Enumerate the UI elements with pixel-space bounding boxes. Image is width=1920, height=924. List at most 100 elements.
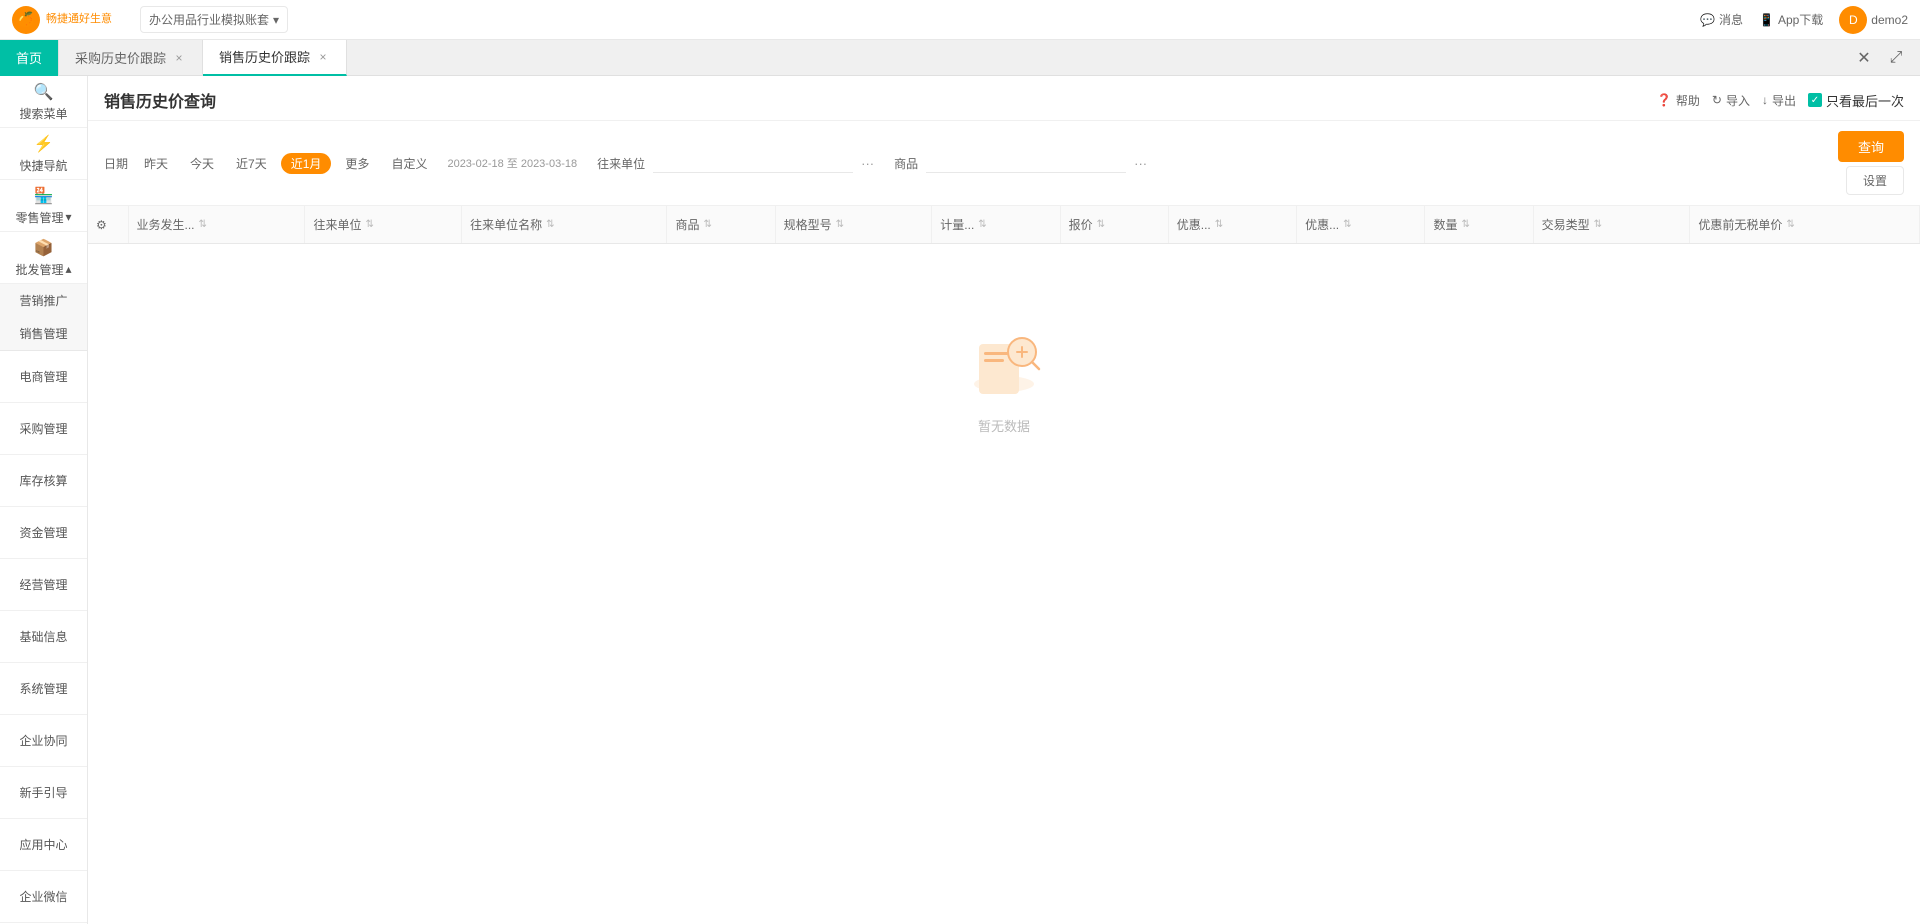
- sort-icon-discount1: ⇅: [1215, 219, 1223, 230]
- date-btn-yesterday[interactable]: 昨天: [136, 153, 176, 174]
- sidebar-item-enterprise-wechat[interactable]: 企业微信: [0, 871, 87, 923]
- setting-button[interactable]: 设置: [1846, 166, 1904, 195]
- inventory-label: 库存核算: [19, 472, 67, 489]
- th-unit[interactable]: 计量... ⇅: [932, 206, 1060, 244]
- sidebar-item-basic-info[interactable]: 基础信息: [0, 611, 87, 663]
- sort-icon-product: ⇅: [703, 219, 711, 230]
- sidebar-item-new-guide[interactable]: 新手引导: [0, 767, 87, 819]
- logo-area: 🍊 畅捷通好生意: [12, 6, 112, 34]
- sidebar-item-app-center[interactable]: 应用中心: [0, 819, 87, 871]
- date-btn-last7days[interactable]: 近7天: [228, 153, 275, 174]
- wholesale-sub-section: 营销推广 销售管理: [0, 284, 87, 351]
- data-table: ⚙ 业务发生... ⇅ 往来单位 ⇅: [88, 206, 1920, 244]
- sidebar-item-enterprise-collab[interactable]: 企业协同: [0, 715, 87, 767]
- query-button[interactable]: 查询: [1838, 131, 1904, 162]
- wholesale-chevron-icon: ▴: [65, 262, 71, 276]
- th-biz-date[interactable]: 业务发生... ⇅: [128, 206, 305, 244]
- sales-mgmt-label: 销售管理: [19, 327, 67, 341]
- empty-icon: [964, 324, 1044, 404]
- date-filter-group: 日期 昨天 今天 近7天 近1月 更多 自定义 2023-02-18 至 202…: [104, 153, 577, 174]
- sidebar-item-wholesale-mgmt[interactable]: 📦 批发管理 ▴: [0, 232, 87, 284]
- partner-input[interactable]: [653, 154, 853, 173]
- sidebar-item-quick-nav[interactable]: ⚡ 快捷导航: [0, 128, 87, 180]
- header-left: 🍊 畅捷通好生意 办公用品行业模拟账套 ▾: [12, 6, 288, 34]
- sort-icon-trade-type: ⇅: [1594, 219, 1602, 230]
- message-icon: 💬: [1700, 13, 1715, 27]
- partner-dots[interactable]: ···: [861, 156, 874, 171]
- import-action[interactable]: ↻ 导入: [1712, 92, 1750, 109]
- date-btn-1month[interactable]: 近1月: [281, 153, 332, 174]
- tab-bar: 首页 采购历史价跟踪 × 销售历史价跟踪 × ✕ ⤢: [0, 40, 1920, 76]
- date-btn-today[interactable]: 今天: [182, 153, 222, 174]
- date-btn-more[interactable]: 更多: [337, 153, 377, 174]
- product-dots[interactable]: ···: [1134, 156, 1147, 171]
- help-action[interactable]: ❓ 帮助: [1657, 92, 1700, 109]
- wholesale-mgmt-label: 批发管理: [15, 261, 63, 278]
- maximize-btn[interactable]: ⤢: [1884, 46, 1908, 70]
- th-product[interactable]: 商品 ⇅: [667, 206, 775, 244]
- ecommerce-mgmt-label: 电商管理: [19, 368, 67, 385]
- product-input[interactable]: [926, 154, 1126, 173]
- import-icon: ↻: [1712, 93, 1722, 107]
- chevron-down-icon: ▾: [273, 13, 279, 27]
- only-last-checkbox[interactable]: ✓ 只看最后一次: [1808, 91, 1904, 110]
- help-label: 帮助: [1676, 92, 1700, 109]
- quick-nav-icon: ⚡: [34, 134, 54, 154]
- th-trade-type[interactable]: 交易类型 ⇅: [1533, 206, 1690, 244]
- filter-bar: 日期 昨天 今天 近7天 近1月 更多 自定义 2023-02-18 至 202…: [88, 121, 1920, 206]
- sort-icon-quantity: ⇅: [1462, 219, 1470, 230]
- quick-nav-label: 快捷导航: [19, 157, 67, 174]
- th-discount1-label: 优惠...: [1177, 216, 1211, 233]
- tab-home[interactable]: 首页: [0, 40, 59, 76]
- th-discount1[interactable]: 优惠... ⇅: [1168, 206, 1296, 244]
- system-mgmt-label: 系统管理: [19, 680, 67, 697]
- empty-state: 暂无数据: [88, 244, 1920, 515]
- th-quantity[interactable]: 数量 ⇅: [1425, 206, 1533, 244]
- sidebar-item-operations-mgmt[interactable]: 经营管理: [0, 559, 87, 611]
- app-download-label: App下载: [1778, 11, 1823, 28]
- sidebar-item-finance-mgmt[interactable]: 资金管理: [0, 507, 87, 559]
- sidebar-sub-sales-mgmt[interactable]: 销售管理: [0, 317, 87, 350]
- th-biz-date-label: 业务发生...: [137, 216, 195, 233]
- sidebar-item-inventory[interactable]: 库存核算: [0, 455, 87, 507]
- empty-text: 暂无数据: [978, 416, 1030, 435]
- message-action[interactable]: 💬 消息: [1700, 11, 1743, 28]
- main-layout: 🔍 搜索菜单 ⚡ 快捷导航 🏪 零售管理 ▾ 📦 批发管理 ▴ 营销推广: [0, 76, 1920, 924]
- close-window-btn[interactable]: ✕: [1852, 46, 1876, 70]
- sidebar-sub-marketing[interactable]: 营销推广: [0, 284, 87, 317]
- partner-filter-group: 往来单位 ···: [597, 154, 874, 173]
- user-area[interactable]: D demo2: [1839, 6, 1908, 34]
- close-sales-history-tab[interactable]: ×: [316, 50, 330, 64]
- th-spec[interactable]: 规格型号 ⇅: [775, 206, 932, 244]
- date-range-text: 2023-02-18 至 2023-03-18: [447, 158, 577, 170]
- close-purchase-history-tab[interactable]: ×: [172, 51, 186, 65]
- account-selector[interactable]: 办公用品行业模拟账套 ▾: [140, 6, 288, 33]
- sort-icon-biz-date: ⇅: [199, 219, 207, 230]
- logo-icon: 🍊: [12, 6, 40, 34]
- date-options: 昨天 今天 近7天 近1月 更多 自定义: [136, 153, 435, 174]
- th-unit-label: 计量...: [940, 216, 974, 233]
- tab-purchase-history[interactable]: 采购历史价跟踪 ×: [59, 40, 203, 76]
- export-action[interactable]: ↓ 导出: [1762, 92, 1796, 109]
- sidebar-item-ecommerce-mgmt[interactable]: 电商管理: [0, 351, 87, 403]
- sidebar-item-search-menu[interactable]: 🔍 搜索菜单: [0, 76, 87, 128]
- sidebar-item-purchase-mgmt[interactable]: 采购管理: [0, 403, 87, 455]
- th-partner-id[interactable]: 往来单位 ⇅: [305, 206, 462, 244]
- basic-info-label: 基础信息: [19, 628, 67, 645]
- page-title: 销售历史价查询: [104, 88, 216, 112]
- th-settings[interactable]: ⚙: [88, 206, 128, 244]
- th-quote[interactable]: 报价 ⇅: [1060, 206, 1168, 244]
- th-discount2[interactable]: 优惠... ⇅: [1297, 206, 1425, 244]
- export-label: 导出: [1772, 92, 1796, 109]
- th-partner-name[interactable]: 往来单位名称 ⇅: [462, 206, 667, 244]
- app-download-action[interactable]: 📱 App下载: [1759, 11, 1823, 28]
- operations-mgmt-label: 经营管理: [19, 576, 67, 593]
- th-pre-tax-price[interactable]: 优惠前无税单价 ⇅: [1690, 206, 1920, 244]
- date-btn-custom[interactable]: 自定义: [383, 153, 435, 174]
- sidebar: 🔍 搜索菜单 ⚡ 快捷导航 🏪 零售管理 ▾ 📦 批发管理 ▴ 营销推广: [0, 76, 88, 924]
- sort-icon-quote: ⇅: [1097, 219, 1105, 230]
- tab-sales-history[interactable]: 销售历史价跟踪 ×: [203, 40, 347, 76]
- th-partner-name-label: 往来单位名称: [470, 216, 542, 233]
- sidebar-item-system-mgmt[interactable]: 系统管理: [0, 663, 87, 715]
- sidebar-item-retail-mgmt[interactable]: 🏪 零售管理 ▾: [0, 180, 87, 232]
